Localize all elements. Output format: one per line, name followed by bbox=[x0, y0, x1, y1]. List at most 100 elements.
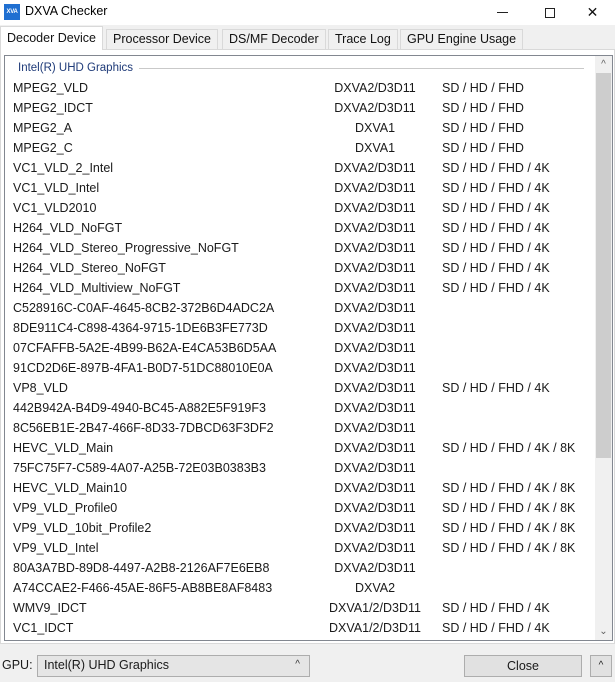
decoder-resolutions: SD / HD / FHD / 4K bbox=[442, 601, 550, 615]
decoder-name: VC1_VLD_Intel bbox=[13, 181, 100, 195]
decoder-row[interactable]: 91CD2D6E-897B-4FA1-B0D7-51DC88010E0A DXVA… bbox=[5, 358, 595, 378]
decoder-api: DXVA2/D3D11 bbox=[334, 201, 416, 215]
scroll-up-button[interactable]: ^ bbox=[595, 56, 612, 73]
decoder-resolutions: SD / HD / FHD / 4K bbox=[442, 161, 550, 175]
decoder-name: VC1_IDCT bbox=[13, 621, 74, 635]
decoder-row[interactable]: VC1_VLD_2_Intel DXVA2/D3D11 SD / HD / FHD … bbox=[5, 158, 595, 178]
decoder-api: DXVA2/D3D11 bbox=[334, 161, 416, 175]
vertical-scrollbar[interactable]: ^ ⌄ bbox=[595, 56, 612, 640]
decoder-name: MPEG2_IDCT bbox=[13, 101, 93, 115]
decoder-row[interactable]: H264_VLD_Multiview_NoFGT DXVA2/D3D11 SD / … bbox=[5, 278, 595, 298]
decoder-row[interactable]: 8DE911C4-C898-4364-9715-1DE6B3FE773D DXVA… bbox=[5, 318, 595, 338]
gpu-label: GPU: bbox=[2, 658, 33, 672]
decoder-row[interactable]: 80A3A7BD-89D8-4497-A2B8-2126AF7E6EB8 DXVA… bbox=[5, 558, 595, 578]
app-icon: XVA bbox=[4, 4, 20, 20]
decoder-row[interactable]: H264_VLD_Stereo_Progressive_NoFGT DXVA2/D… bbox=[5, 238, 595, 258]
minimize-button[interactable] bbox=[480, 0, 525, 25]
decoder-row[interactable]: VP8_VLD DXVA2/D3D11 SD / HD / FHD / 4K bbox=[5, 378, 595, 398]
decoder-row[interactable]: VP9_VLD_Profile0 DXVA2/D3D11 SD / HD / FHD… bbox=[5, 498, 595, 518]
decoder-row[interactable]: H264_VLD_Stereo_NoFGT DXVA2/D3D11 SD / HD … bbox=[5, 258, 595, 278]
decoder-api: DXVA2/D3D11 bbox=[334, 561, 416, 575]
decoder-resolutions: SD / HD / FHD / 4K / 8K bbox=[442, 441, 576, 455]
decoder-name: 8DE911C4-C898-4364-9715-1DE6B3FE773D bbox=[13, 321, 268, 335]
tab-decoder-device[interactable]: Decoder Device bbox=[0, 26, 103, 50]
decoder-name: WMV9_IDCT bbox=[13, 601, 87, 615]
decoder-name: H264_VLD_Multiview_NoFGT bbox=[13, 281, 181, 295]
decoder-row[interactable]: MPEG2_VLD DXVA2/D3D11 SD / HD / FHD bbox=[5, 78, 595, 98]
window-title: DXVA Checker bbox=[25, 4, 108, 18]
decoder-resolutions: SD / HD / FHD / 4K bbox=[442, 261, 550, 275]
tab-processor-device[interactable]: Processor Device bbox=[106, 29, 218, 49]
maximize-button[interactable] bbox=[527, 0, 572, 25]
decoder-resolutions: SD / HD / FHD / 4K bbox=[442, 221, 550, 235]
maximize-icon bbox=[544, 7, 555, 18]
decoder-name: 07CFAFFB-5A2E-4B99-B62A-E4CA53B6D5AA bbox=[13, 341, 277, 355]
decoder-api: DXVA2/D3D11 bbox=[334, 261, 416, 275]
minimize-icon bbox=[497, 12, 508, 13]
close-button[interactable]: Close bbox=[464, 655, 582, 677]
decoder-name: VP9_VLD_Intel bbox=[13, 541, 99, 555]
decoder-row[interactable]: C528916C-C0AF-4645-8CB2-372B6D4ADC2A DXVA… bbox=[5, 298, 595, 318]
decoder-resolutions: SD / HD / FHD / 4K / 8K bbox=[442, 521, 576, 535]
decoder-name: H264_VLD_Stereo_NoFGT bbox=[13, 261, 166, 275]
decoder-api: DXVA2/D3D11 bbox=[334, 81, 416, 95]
tab-gpu-engine-usage[interactable]: GPU Engine Usage bbox=[400, 29, 524, 49]
title-bar: XVA DXVA Checker ✕ bbox=[0, 0, 615, 25]
decoder-row[interactable]: VP9_VLD_Intel DXVA2/D3D11 SD / HD / FHD / … bbox=[5, 538, 595, 558]
group-header: Intel(R) UHD Graphics bbox=[18, 62, 140, 74]
decoder-api: DXVA2/D3D11 bbox=[334, 221, 416, 235]
decoder-api: DXVA2/D3D11 bbox=[334, 281, 416, 295]
decoder-row[interactable]: HEVC_VLD_Main DXVA2/D3D11 SD / HD / FHD / … bbox=[5, 438, 595, 458]
decoder-resolutions: SD / HD / FHD bbox=[442, 81, 524, 95]
decoder-api: DXVA2/D3D11 bbox=[334, 541, 416, 555]
decoder-row[interactable]: MPEG2_C DXVA1 SD / HD / FHD bbox=[5, 138, 595, 158]
close-window-button[interactable]: ✕ bbox=[570, 0, 615, 25]
decoder-resolutions: SD / HD / FHD / 4K bbox=[442, 201, 550, 215]
decoder-row[interactable]: 07CFAFFB-5A2E-4B99-B62A-E4CA53B6D5AA DXVA… bbox=[5, 338, 595, 358]
scroll-down-button[interactable]: ⌄ bbox=[595, 623, 612, 640]
decoder-row[interactable]: WMV9_IDCT DXVA1/2/D3D11 SD / HD / FHD / 4K bbox=[5, 598, 595, 618]
decoder-api: DXVA2/D3D11 bbox=[334, 241, 416, 255]
decoder-row[interactable]: HEVC_VLD_Main10 DXVA2/D3D11 SD / HD / FHD … bbox=[5, 478, 595, 498]
decoder-row[interactable]: VC1_VLD2010 DXVA2/D3D11 SD / HD / FHD / 4K bbox=[5, 198, 595, 218]
decoder-api: DXVA2/D3D11 bbox=[334, 421, 416, 435]
decoder-row[interactable]: 442B942A-B4D9-4940-BC45-A882E5F919F3 DXVA… bbox=[5, 398, 595, 418]
decoder-name: 91CD2D6E-897B-4FA1-B0D7-51DC88010E0A bbox=[13, 361, 273, 375]
decoder-api: DXVA2/D3D11 bbox=[334, 381, 416, 395]
chevron-down-icon: ⌄ bbox=[599, 626, 608, 637]
decoder-row[interactable]: MPEG2_IDCT DXVA2/D3D11 SD / HD / FHD bbox=[5, 98, 595, 118]
decoder-row[interactable]: MPEG2_A DXVA1 SD / HD / FHD bbox=[5, 118, 595, 138]
decoder-name: VP9_VLD_10bit_Profile2 bbox=[13, 521, 152, 535]
decoder-row[interactable]: 75FC75F7-C589-4A07-A25B-72E03B0383B3 DXVA… bbox=[5, 458, 595, 478]
decoder-name: 75FC75F7-C589-4A07-A25B-72E03B0383B3 bbox=[13, 461, 266, 475]
tab-ds-mf-decoder[interactable]: DS/MF Decoder bbox=[222, 29, 326, 49]
decoder-resolutions: SD / HD / FHD / 4K / 8K bbox=[442, 541, 576, 555]
decoder-resolutions: SD / HD / FHD / 4K bbox=[442, 241, 550, 255]
scrollbar-thumb[interactable] bbox=[596, 73, 611, 458]
expand-button[interactable]: ^ bbox=[590, 655, 612, 677]
decoder-row[interactable]: VC1_IDCT DXVA1/2/D3D11 SD / HD / FHD / 4K bbox=[5, 618, 595, 638]
decoder-resolutions: SD / HD / FHD bbox=[442, 141, 524, 155]
decoder-name: HEVC_VLD_Main bbox=[13, 441, 114, 455]
decoder-name: VP8_VLD bbox=[13, 381, 68, 395]
decoder-api: DXVA1/2/D3D11 bbox=[329, 601, 421, 615]
gpu-select[interactable]: Intel(R) UHD Graphics ^ bbox=[37, 655, 310, 677]
decoder-row[interactable]: H264_VLD_NoFGT DXVA2/D3D11 SD / HD / FHD /… bbox=[5, 218, 595, 238]
decoder-list[interactable]: Intel(R) UHD Graphics MPEG2_VLD DXVA2/D3D… bbox=[4, 55, 613, 641]
decoder-row[interactable]: VP9_VLD_10bit_Profile2 DXVA2/D3D11 SD / HD… bbox=[5, 518, 595, 538]
decoder-device-panel: Intel(R) UHD Graphics MPEG2_VLD DXVA2/D3D… bbox=[0, 49, 615, 644]
decoder-api: DXVA2/D3D11 bbox=[334, 481, 416, 495]
chevron-up-icon: ^ bbox=[598, 660, 604, 671]
decoder-row[interactable]: A74CCAE2-F466-45AE-86F5-AB8BE8AF8483 DXVA… bbox=[5, 578, 595, 598]
decoder-name: 80A3A7BD-89D8-4497-A2B8-2126AF7E6EB8 bbox=[13, 561, 270, 575]
tab-bar: Decoder Device Processor Device DS/MF De… bbox=[0, 26, 615, 50]
decoder-name: VC1_VLD2010 bbox=[13, 201, 97, 215]
decoder-row[interactable]: VC1_VLD_Intel DXVA2/D3D11 SD / HD / FHD / … bbox=[5, 178, 595, 198]
decoder-api: DXVA2/D3D11 bbox=[334, 441, 416, 455]
gpu-select-value: Intel(R) UHD Graphics bbox=[44, 658, 170, 672]
decoder-api: DXVA2/D3D11 bbox=[334, 321, 416, 335]
decoder-row[interactable]: 8C56EB1E-2B47-466F-8D33-7DBCD63F3DF2 DXVA… bbox=[5, 418, 595, 438]
tab-trace-log[interactable]: Trace Log bbox=[328, 29, 398, 49]
decoder-rows: MPEG2_VLD DXVA2/D3D11 SD / HD / FHD MPEG2_I… bbox=[5, 78, 595, 638]
decoder-api: DXVA2 bbox=[354, 581, 396, 595]
